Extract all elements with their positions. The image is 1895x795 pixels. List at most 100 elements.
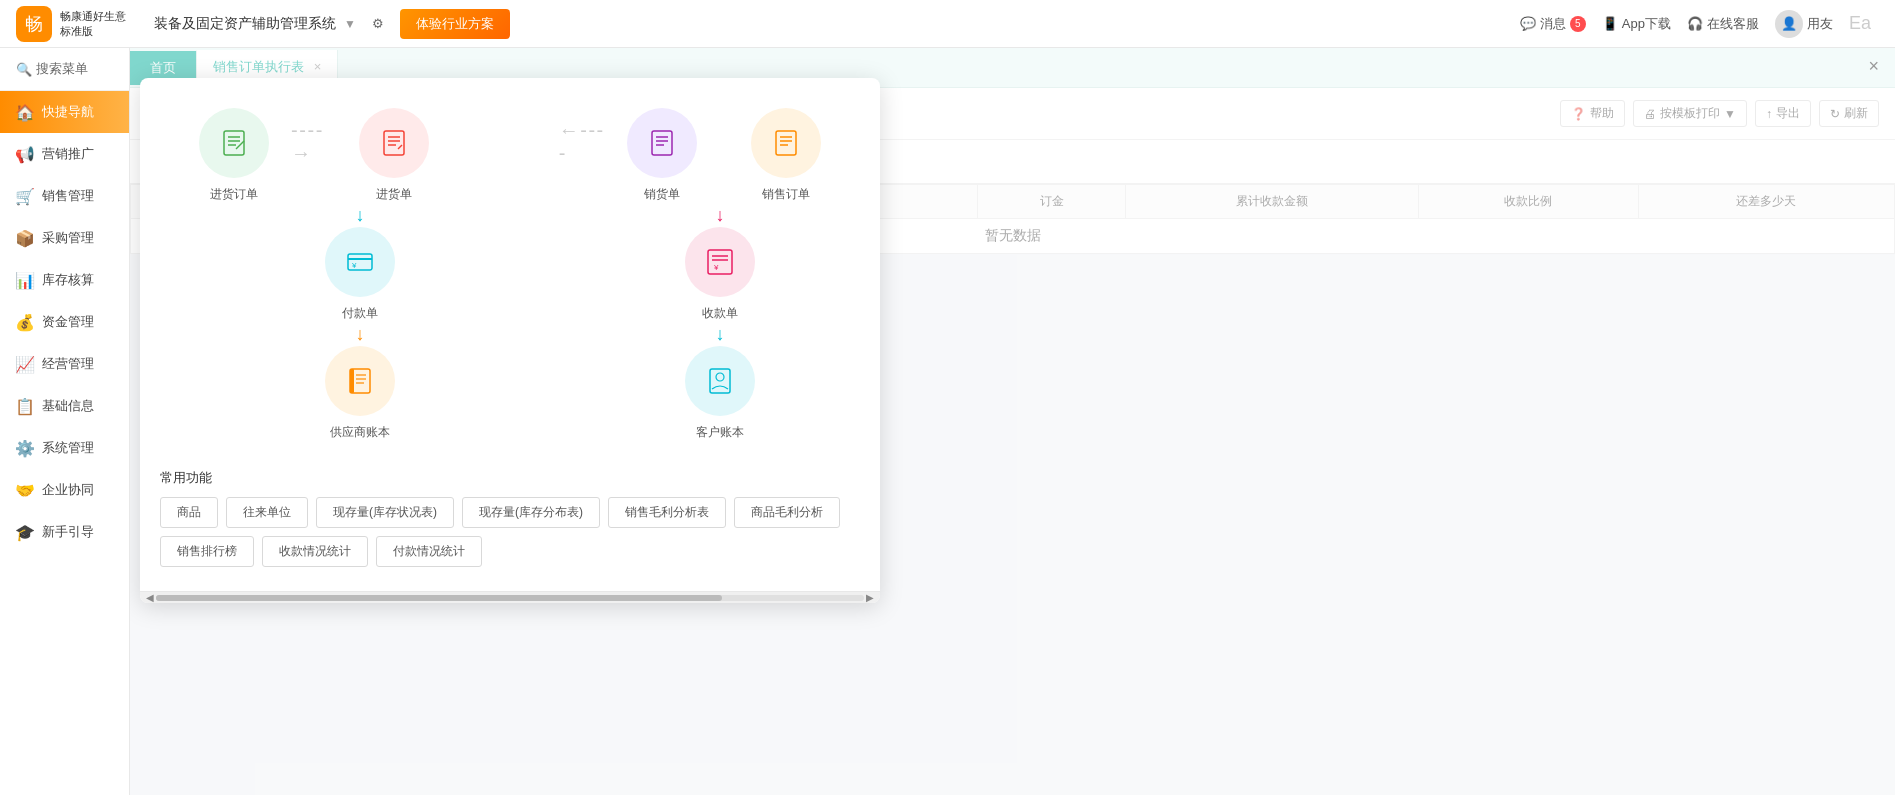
wf-label-supplier-ledger: 供应商账本 xyxy=(330,424,390,441)
page-close-icon[interactable]: × xyxy=(1868,56,1879,77)
func-btn-receipt-stats[interactable]: 收款情况统计 xyxy=(262,536,368,567)
wf-circle-supplier-ledger xyxy=(325,346,395,416)
sidebar-item-newbie[interactable]: 🎓 新手引导 xyxy=(0,511,129,553)
wf-label-sales-order: 销售订单 xyxy=(762,186,810,203)
workflow-row-1: 进货订单 - - - - → xyxy=(180,108,840,203)
workflow-area: 进货订单 - - - - → xyxy=(140,78,880,461)
home-icon: 🏠 xyxy=(16,103,34,121)
online-service-item[interactable]: 🎧 在线客服 xyxy=(1687,15,1759,33)
sidebar-item-quick-guide[interactable]: 🏠 快捷导航 xyxy=(0,91,129,133)
common-funcs-title: 常用功能 xyxy=(160,469,860,487)
search-icon: 🔍 xyxy=(16,62,32,77)
svg-rect-24 xyxy=(350,369,354,393)
func-btn-partner[interactable]: 往来单位 xyxy=(226,497,308,528)
sidebar-item-label: 库存核算 xyxy=(42,271,94,289)
wf-node-supplier-ledger[interactable]: 供应商账本 xyxy=(300,346,420,441)
func-buttons-row-1: 商品 往来单位 现存量(库存状况表) 现存量(库存分布表) 销售毛利分析表 商品… xyxy=(160,497,860,528)
wf-node-payment[interactable]: ¥ 付款单 xyxy=(300,227,420,322)
top-bar: 畅 畅康通好生意 标准版 装备及固定资产辅助管理系统 ▼ ⚙ 体验行业方案 💬 … xyxy=(0,0,1895,48)
sidebar-item-inventory[interactable]: 📊 库存核算 xyxy=(0,259,129,301)
sidebar-item-marketing[interactable]: 📢 营销推广 xyxy=(0,133,129,175)
top-right-area: 💬 消息 5 📱 App下载 🎧 在线客服 👤 用友 Ea xyxy=(1520,10,1879,38)
content-area: 首页 销售订单执行表 × × ❓ 帮助 🖨 按模板打印 xyxy=(130,48,1895,795)
workflow-row-3: ↓ xyxy=(180,322,840,441)
newbie-icon: 🎓 xyxy=(16,523,34,541)
wf-circle-sales-order xyxy=(751,108,821,178)
modal-scrollbar[interactable]: ◀ ▶ xyxy=(140,591,880,603)
search-menu-item[interactable]: 🔍 搜索菜单 xyxy=(8,56,121,82)
gear-icon[interactable]: ⚙ xyxy=(364,10,392,38)
sidebar-item-label: 营销推广 xyxy=(42,145,94,163)
sidebar-item-enterprise[interactable]: 🤝 企业协同 xyxy=(0,469,129,511)
user-item[interactable]: 👤 用友 xyxy=(1775,10,1833,38)
arrow-down-receipt: ↓ xyxy=(716,203,725,227)
scrollbar-thumb[interactable] xyxy=(156,595,722,601)
wf-node-receipt[interactable]: ¥ 收款单 xyxy=(660,227,780,322)
basic-info-icon: 📋 xyxy=(16,397,34,415)
wf-label-sales-bill: 销货单 xyxy=(644,186,680,203)
avatar: 👤 xyxy=(1775,10,1803,38)
wf-circle-purchase-order xyxy=(199,108,269,178)
enterprise-icon: 🤝 xyxy=(16,481,34,499)
wf-col-left: ↓ ¥ 付款单 xyxy=(300,203,420,322)
svg-text:¥: ¥ xyxy=(713,263,719,272)
modal-overlay: 进货订单 - - - - → xyxy=(130,48,1895,795)
wf-label-customer-ledger: 客户账本 xyxy=(696,424,744,441)
logo-text: 畅康通好生意 标准版 xyxy=(60,9,126,38)
sidebar-item-operations[interactable]: 📈 经营管理 xyxy=(0,343,129,385)
sidebar-item-label: 经营管理 xyxy=(42,355,94,373)
sidebar-item-label: 企业协同 xyxy=(42,481,94,499)
sidebar-item-finance[interactable]: 💰 资金管理 xyxy=(0,301,129,343)
arrow-down-customer: ↓ xyxy=(716,322,725,346)
experience-button[interactable]: 体验行业方案 xyxy=(400,9,510,39)
func-btn-sales-ranking[interactable]: 销售排行榜 xyxy=(160,536,254,567)
sidebar-item-label: 新手引导 xyxy=(42,523,94,541)
app-download-item[interactable]: 📱 App下载 xyxy=(1602,15,1671,33)
sidebar-item-label: 销售管理 xyxy=(42,187,94,205)
svg-rect-4 xyxy=(384,131,404,155)
app-container: 畅 畅康通好生意 标准版 装备及固定资产辅助管理系统 ▼ ⚙ 体验行业方案 💬 … xyxy=(0,0,1895,795)
wf-node-purchase-order[interactable]: 进货订单 xyxy=(180,108,287,203)
logo-icon: 畅 xyxy=(16,6,52,42)
svg-rect-12 xyxy=(776,131,796,155)
system-title-area: 装备及固定资产辅助管理系统 ▼ ⚙ xyxy=(154,10,392,38)
sidebar-item-system[interactable]: ⚙️ 系统管理 xyxy=(0,427,129,469)
sidebar-search-area[interactable]: 🔍 搜索菜单 xyxy=(0,48,129,91)
logo-area: 畅 畅康通好生意 标准版 xyxy=(16,6,146,42)
func-buttons-row-2: 销售排行榜 收款情况统计 付款情况统计 xyxy=(160,536,860,567)
wf-label-payment: 付款单 xyxy=(342,305,378,322)
scroll-left-arrow[interactable]: ◀ xyxy=(144,592,156,604)
common-funcs-area: 常用功能 商品 往来单位 现存量(库存状况表) 现存量(库存分布表) 销售毛利分… xyxy=(140,461,880,591)
sidebar-item-label: 采购管理 xyxy=(42,229,94,247)
func-btn-inventory-dist[interactable]: 现存量(库存分布表) xyxy=(462,497,600,528)
svg-rect-19 xyxy=(708,250,732,274)
func-btn-sales-profit[interactable]: 销售毛利分析表 xyxy=(608,497,726,528)
wf-circle-sales-bill xyxy=(627,108,697,178)
wf-middle-spacer xyxy=(420,203,660,322)
func-btn-product[interactable]: 商品 xyxy=(160,497,218,528)
wf-node-sales-order[interactable]: 销售订单 xyxy=(733,108,840,203)
wf-node-customer-ledger[interactable]: 客户账本 xyxy=(660,346,780,441)
sidebar-item-label: 资金管理 xyxy=(42,313,94,331)
scroll-right-arrow[interactable]: ▶ xyxy=(864,592,876,604)
func-btn-product-profit[interactable]: 商品毛利分析 xyxy=(734,497,840,528)
sidebar-item-purchase[interactable]: 📦 采购管理 xyxy=(0,217,129,259)
wf-circle-purchase-bill xyxy=(359,108,429,178)
svg-point-29 xyxy=(716,373,724,381)
system-dropdown-arrow[interactable]: ▼ xyxy=(344,17,356,31)
func-btn-inventory-status[interactable]: 现存量(库存状况表) xyxy=(316,497,454,528)
arrow-sales-order-to-bill: ← - - - - xyxy=(555,119,608,193)
app-download-icon: 📱 xyxy=(1602,16,1618,31)
message-item[interactable]: 💬 消息 5 xyxy=(1520,15,1586,33)
scrollbar-track[interactable] xyxy=(156,595,864,601)
sidebar-item-basic-info[interactable]: 📋 基础信息 xyxy=(0,385,129,427)
wf-node-sales-bill[interactable]: 销货单 xyxy=(608,108,715,203)
wf-label-purchase-order: 进货订单 xyxy=(210,186,258,203)
wf-col-right: ↓ ¥ xyxy=(660,203,780,322)
func-btn-payment-stats[interactable]: 付款情况统计 xyxy=(376,536,482,567)
wf-middle-spacer2 xyxy=(420,322,660,441)
inventory-icon: 📊 xyxy=(16,271,34,289)
wf-node-purchase-bill[interactable]: 进货单 xyxy=(340,108,447,203)
sidebar: 🔍 搜索菜单 🏠 快捷导航 📢 营销推广 🛒 销售管理 📦 采购管理 xyxy=(0,48,130,795)
sidebar-item-sales[interactable]: 🛒 销售管理 xyxy=(0,175,129,217)
